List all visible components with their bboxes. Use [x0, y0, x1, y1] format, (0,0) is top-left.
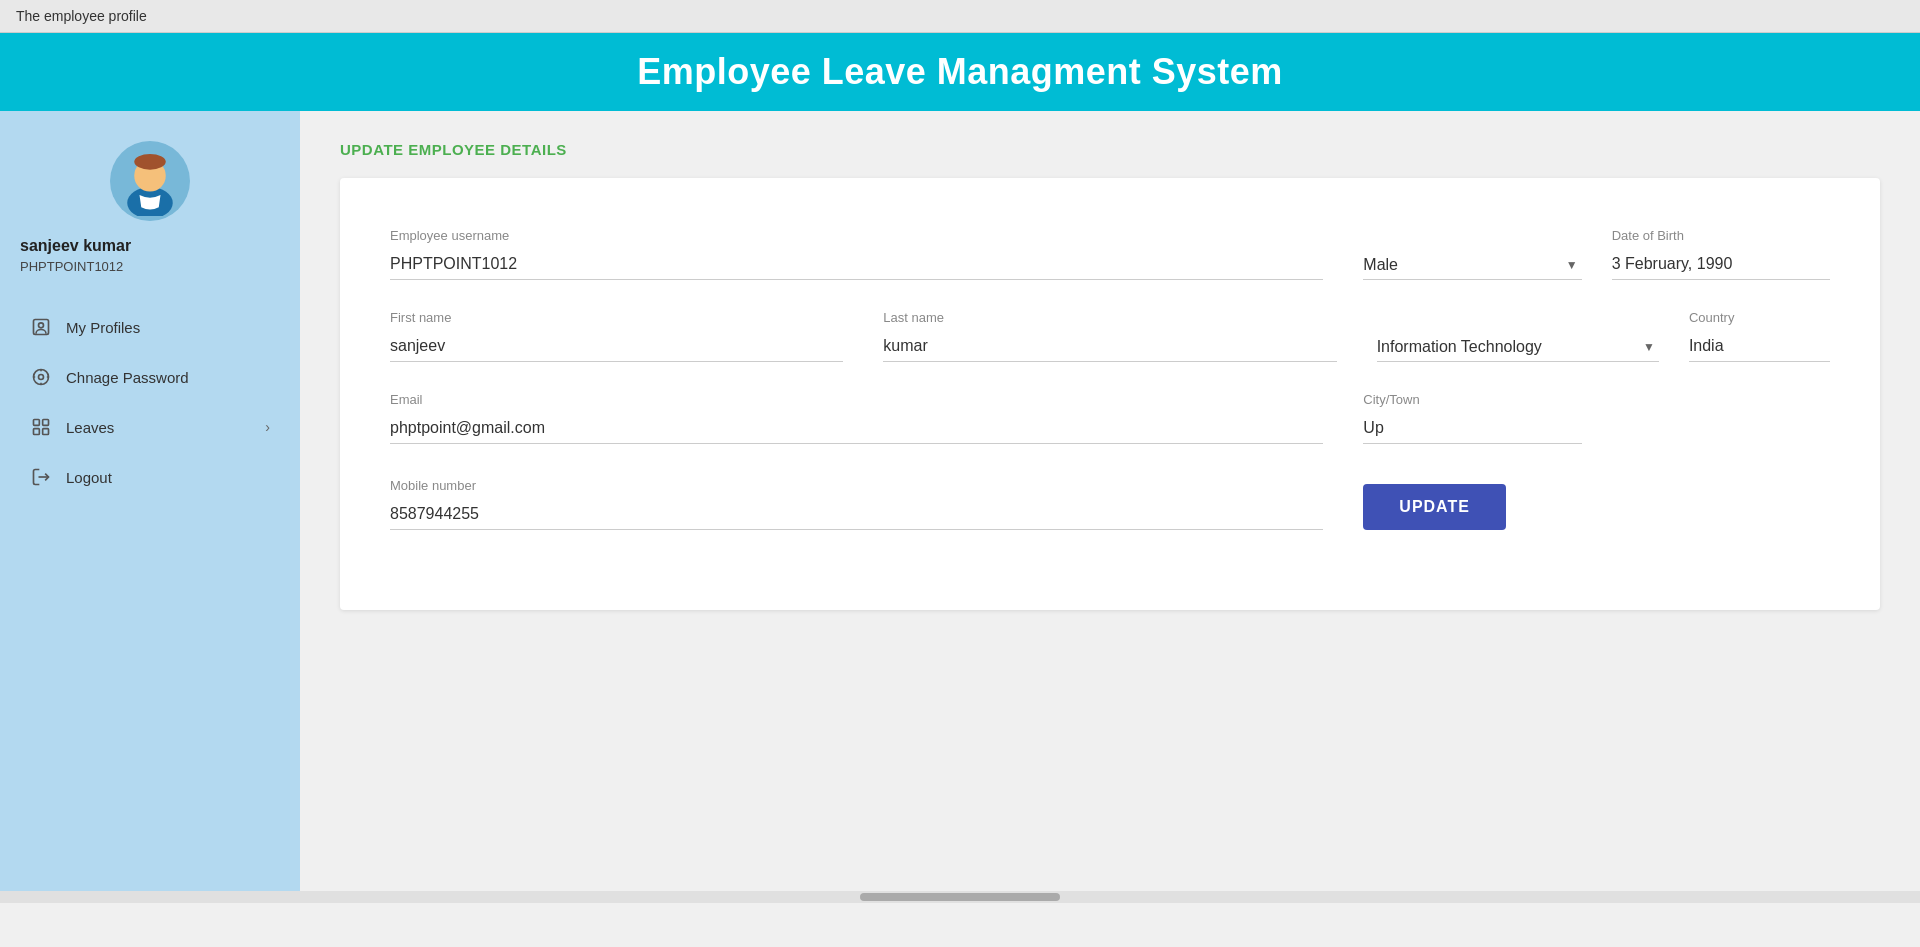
my-profiles-label: My Profiles — [66, 319, 270, 336]
browser-title-text: The employee profile — [16, 8, 147, 24]
first-name-group: First name — [390, 310, 843, 362]
form-row-3: Email City/Town — [390, 392, 1830, 444]
sidebar-user-name: sanjeev kumar — [20, 237, 280, 255]
form-row-2: First name Last name Information Technol… — [390, 310, 1830, 362]
gender-select-wrapper: Male Female Other — [1363, 250, 1581, 280]
avatar — [110, 141, 190, 221]
gender-select[interactable]: Male Female Other — [1363, 250, 1581, 280]
country-group: Country — [1689, 310, 1830, 362]
email-input[interactable] — [390, 413, 1323, 444]
mobile-input[interactable] — [390, 499, 1323, 530]
avatar-icon — [115, 146, 185, 216]
change-password-label: Chnage Password — [66, 369, 270, 386]
city-label: City/Town — [1363, 392, 1581, 407]
department-select[interactable]: Information Technology Human Resources F… — [1377, 332, 1659, 362]
gender-dob-group: Male Female Other Date of Birth — [1363, 228, 1830, 280]
country-label: Country — [1689, 310, 1830, 325]
main-layout: sanjeev kumar PHPTPOINT1012 My Profiles — [0, 111, 1920, 891]
svg-rect-10 — [43, 429, 49, 435]
first-name-label: First name — [390, 310, 843, 325]
sidebar-item-my-profiles[interactable]: My Profiles — [20, 304, 280, 350]
employee-username-group: Employee username — [390, 228, 1323, 280]
update-panel: UPDATE — [1363, 474, 1830, 530]
leaves-icon — [30, 416, 52, 438]
svg-rect-7 — [34, 420, 40, 426]
dob-label: Date of Birth — [1612, 228, 1830, 243]
svg-point-4 — [39, 323, 44, 328]
my-profiles-icon — [30, 316, 52, 338]
scrollbar-area — [0, 891, 1920, 903]
leaves-label: Leaves — [66, 419, 251, 436]
svg-point-5 — [34, 370, 49, 385]
dob-group: Date of Birth — [1612, 228, 1830, 280]
sidebar-user-id: PHPTPOINT1012 — [20, 259, 280, 274]
city-input[interactable] — [1363, 413, 1581, 444]
email-group: Email — [390, 392, 1323, 444]
mobile-label: Mobile number — [390, 478, 1323, 493]
svg-rect-9 — [34, 429, 40, 435]
last-name-group: Last name — [883, 310, 1336, 362]
employee-username-input[interactable] — [390, 249, 1323, 280]
app-title: Employee Leave Managment System — [0, 51, 1920, 93]
sidebar: sanjeev kumar PHPTPOINT1012 My Profiles — [0, 111, 300, 891]
last-name-input[interactable] — [883, 331, 1336, 362]
sidebar-item-change-password[interactable]: Chnage Password — [20, 354, 280, 400]
sidebar-item-leaves[interactable]: Leaves › — [20, 404, 280, 450]
logout-label: Logout — [66, 469, 270, 486]
city-panel: City/Town — [1363, 392, 1830, 444]
mobile-group: Mobile number — [390, 478, 1323, 530]
scrollbar-thumb[interactable] — [860, 893, 1060, 901]
city-group: City/Town — [1363, 392, 1581, 444]
svg-point-2 — [134, 154, 166, 170]
logout-icon — [30, 466, 52, 488]
sidebar-item-logout[interactable]: Logout — [20, 454, 280, 500]
avatar-container — [20, 141, 280, 221]
email-label: Email — [390, 392, 1323, 407]
first-name-input[interactable] — [390, 331, 843, 362]
leaves-arrow: › — [265, 419, 270, 435]
employee-username-label: Employee username — [390, 228, 1323, 243]
app-header: Employee Leave Managment System — [0, 33, 1920, 111]
form-row-1: Employee username Male Female Other Date… — [390, 228, 1830, 280]
last-name-label: Last name — [883, 310, 1336, 325]
content-area: UPDATE EMPLOYEE DETAILS Employee usernam… — [300, 111, 1920, 891]
browser-title-bar: The employee profile — [0, 0, 1920, 33]
form-card: Employee username Male Female Other Date… — [340, 178, 1880, 610]
dob-input[interactable] — [1612, 249, 1830, 280]
department-select-wrapper: Information Technology Human Resources F… — [1377, 332, 1659, 362]
dept-country-group: Information Technology Human Resources F… — [1377, 310, 1830, 362]
country-input[interactable] — [1689, 331, 1830, 362]
form-row-4: Mobile number UPDATE — [390, 474, 1830, 530]
svg-rect-8 — [43, 420, 49, 426]
change-password-icon — [30, 366, 52, 388]
svg-point-6 — [39, 375, 44, 380]
update-button[interactable]: UPDATE — [1363, 484, 1506, 530]
section-title: UPDATE EMPLOYEE DETAILS — [340, 141, 1880, 158]
